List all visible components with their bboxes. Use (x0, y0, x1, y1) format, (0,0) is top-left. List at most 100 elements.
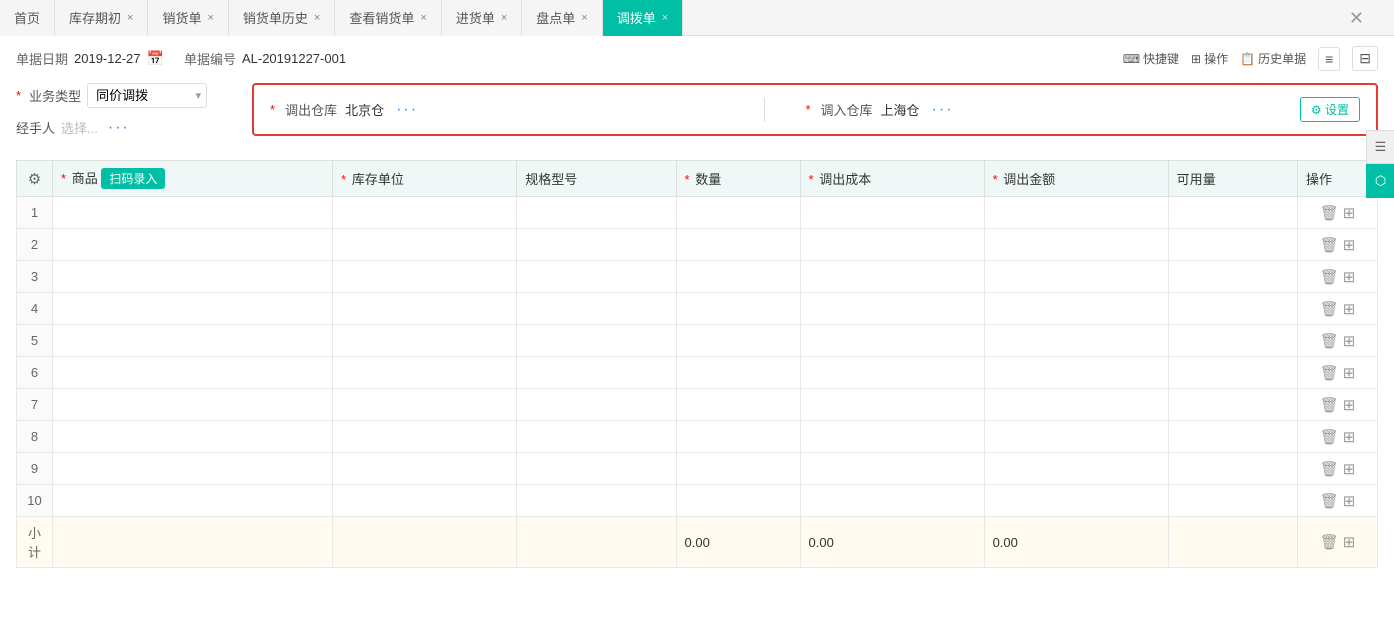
operation-button[interactable]: ⊞ 操作 (1191, 50, 1228, 67)
delete-icon[interactable]: 🗑 (1320, 268, 1339, 286)
cell-cost[interactable] (800, 453, 984, 485)
cell-amount[interactable] (984, 453, 1168, 485)
cell-goods[interactable] (53, 229, 333, 261)
warehouse-in-more-button[interactable]: ··· (928, 101, 958, 119)
col-avail: 可用量 (1168, 161, 1297, 197)
cell-qty[interactable] (676, 293, 800, 325)
cell-amount[interactable] (984, 197, 1168, 229)
copy-icon[interactable]: ⊞ (1343, 268, 1356, 286)
tab-transfer[interactable]: 调拨单 × (603, 0, 683, 36)
delete-icon[interactable]: 🗑 (1320, 533, 1339, 551)
copy-icon[interactable]: ⊞ (1343, 332, 1356, 350)
tab-inventory-init[interactable]: 库存期初 × (55, 0, 148, 36)
cell-cost[interactable] (800, 389, 984, 421)
table-settings-icon[interactable]: ⚙ (28, 171, 41, 188)
cell-qty[interactable] (676, 485, 800, 517)
delete-icon[interactable]: 🗑 (1320, 300, 1339, 318)
table-row: 3 🗑 ⊞ (17, 261, 1378, 293)
cell-cost[interactable] (800, 421, 984, 453)
tab-inventory-check[interactable]: 盘点单 × (522, 0, 602, 36)
tab-close-inventory-init[interactable]: × (127, 12, 133, 24)
tab-close-transfer[interactable]: × (662, 12, 668, 24)
cell-cost[interactable] (800, 261, 984, 293)
cell-goods[interactable] (53, 197, 333, 229)
tab-sales-order[interactable]: 销货单 × (148, 0, 228, 36)
cell-cost[interactable] (800, 229, 984, 261)
shortcut-button[interactable]: ⌨ 快捷键 (1123, 50, 1179, 67)
cell-qty[interactable] (676, 325, 800, 357)
calendar-icon[interactable]: 📅 (147, 50, 164, 67)
cell-qty[interactable] (676, 261, 800, 293)
cell-cost[interactable] (800, 485, 984, 517)
copy-icon[interactable]: ⊞ (1343, 533, 1356, 551)
copy-icon[interactable]: ⊞ (1343, 492, 1356, 510)
layout-button[interactable]: ≡ (1318, 47, 1340, 71)
tab-close-inventory-check[interactable]: × (581, 12, 587, 24)
delete-icon[interactable]: 🗑 (1320, 236, 1339, 254)
cell-goods[interactable] (53, 485, 333, 517)
cell-goods[interactable] (53, 325, 333, 357)
copy-icon[interactable]: ⊞ (1343, 460, 1356, 478)
cell-qty[interactable] (676, 197, 800, 229)
subtotal-qty: 0.00 (676, 517, 800, 568)
scan-button[interactable]: 扫码录入 (101, 168, 165, 189)
tab-close-sales-history[interactable]: × (314, 12, 320, 24)
tab-home[interactable]: 首页 (0, 0, 55, 36)
copy-icon[interactable]: ⊞ (1343, 300, 1356, 318)
cell-goods[interactable] (53, 357, 333, 389)
delete-icon[interactable]: 🗑 (1320, 460, 1339, 478)
delete-icon[interactable]: 🗑 (1320, 492, 1339, 510)
cell-qty[interactable] (676, 229, 800, 261)
row-number: 6 (17, 357, 53, 389)
person-more-button[interactable]: ··· (104, 119, 134, 137)
history-button[interactable]: 📋 历史单据 (1240, 50, 1306, 67)
table-row: 9 🗑 ⊞ (17, 453, 1378, 485)
copy-icon[interactable]: ⊞ (1343, 364, 1356, 382)
cell-amount[interactable] (984, 229, 1168, 261)
cell-qty[interactable] (676, 357, 800, 389)
tab-close-purchase[interactable]: × (501, 12, 507, 24)
cell-amount[interactable] (984, 325, 1168, 357)
layout-grid-button[interactable]: ⊟ (1352, 46, 1378, 71)
cell-goods[interactable] (53, 453, 333, 485)
cell-qty[interactable] (676, 453, 800, 485)
cell-goods[interactable] (53, 261, 333, 293)
tab-close-sales-order[interactable]: × (207, 12, 213, 24)
copy-icon[interactable]: ⊞ (1343, 204, 1356, 222)
cell-cost[interactable] (800, 325, 984, 357)
right-expand-button[interactable]: ⬡ (1366, 164, 1394, 198)
cell-qty[interactable] (676, 421, 800, 453)
tab-sales-history[interactable]: 销货单历史 × (229, 0, 335, 36)
cell-amount[interactable] (984, 389, 1168, 421)
delete-icon[interactable]: 🗑 (1320, 204, 1339, 222)
tab-close-view-sales[interactable]: × (420, 12, 426, 24)
delete-icon[interactable]: 🗑 (1320, 428, 1339, 446)
cell-goods[interactable] (53, 421, 333, 453)
window-close-button[interactable]: ✕ (1349, 8, 1364, 29)
right-list-button[interactable]: ☰ (1366, 130, 1394, 164)
subtotal-amount: 0.00 (984, 517, 1168, 568)
cell-amount[interactable] (984, 421, 1168, 453)
cell-goods[interactable] (53, 389, 333, 421)
copy-icon[interactable]: ⊞ (1343, 428, 1356, 446)
cell-amount[interactable] (984, 293, 1168, 325)
tab-view-sales[interactable]: 查看销货单 × (335, 0, 441, 36)
cell-cost[interactable] (800, 293, 984, 325)
delete-icon[interactable]: 🗑 (1320, 364, 1339, 382)
settings-button[interactable]: ⚙ 设置 (1300, 97, 1360, 122)
business-type-select[interactable]: 同价调拨 (87, 83, 207, 108)
cell-qty[interactable] (676, 389, 800, 421)
delete-icon[interactable]: 🗑 (1320, 396, 1339, 414)
cell-cost[interactable] (800, 197, 984, 229)
tab-purchase[interactable]: 进货单 × (442, 0, 522, 36)
col-goods: 商品 扫码录入 (53, 161, 333, 197)
cell-amount[interactable] (984, 485, 1168, 517)
cell-cost[interactable] (800, 357, 984, 389)
copy-icon[interactable]: ⊞ (1343, 236, 1356, 254)
cell-goods[interactable] (53, 293, 333, 325)
copy-icon[interactable]: ⊞ (1343, 396, 1356, 414)
cell-amount[interactable] (984, 261, 1168, 293)
warehouse-out-more-button[interactable]: ··· (392, 101, 422, 119)
delete-icon[interactable]: 🗑 (1320, 332, 1339, 350)
cell-amount[interactable] (984, 357, 1168, 389)
